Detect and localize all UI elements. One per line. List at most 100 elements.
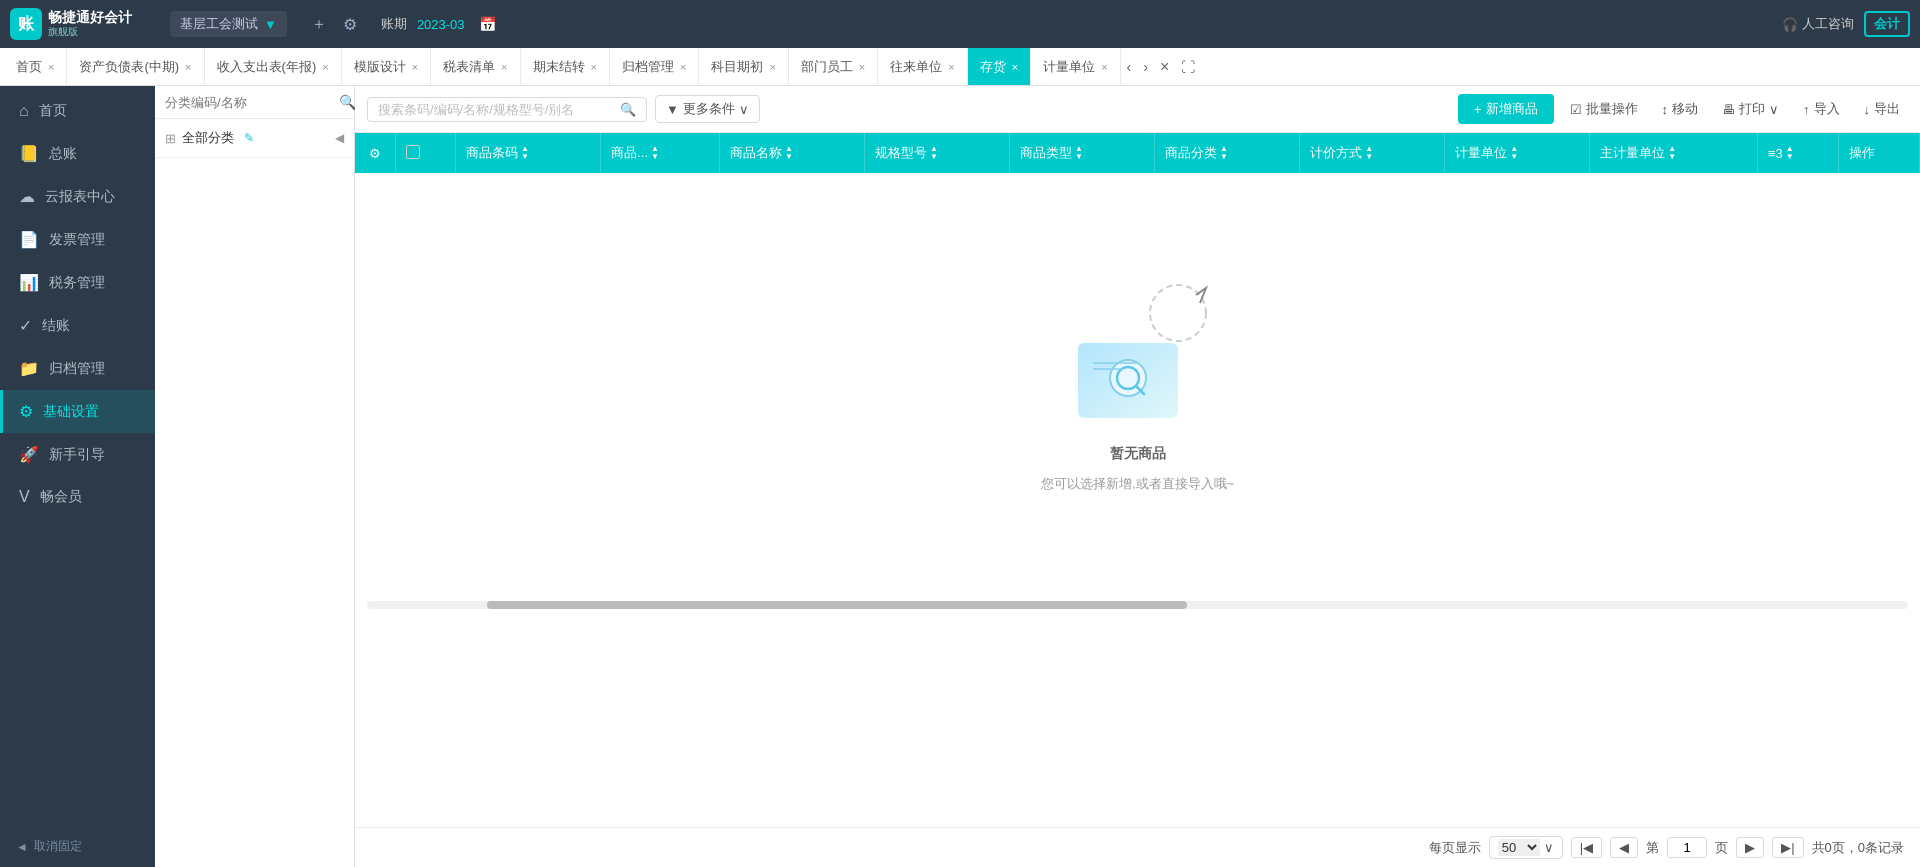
sidebar-label-vip: 畅会员 [40, 488, 82, 506]
settings-icon-button[interactable]: ⚙ [339, 11, 361, 38]
tab-subject-init-close[interactable]: × [769, 61, 775, 73]
empty-state: 暂无商品 您可以选择新增,或者直接导入哦~ [355, 173, 1920, 593]
tab-income-expense[interactable]: 收入支出表(年报) × [205, 48, 342, 86]
tab-income-expense-close[interactable]: × [322, 61, 328, 73]
per-page-select-wrapper[interactable]: 50 10 20 100 ∨ [1489, 836, 1563, 859]
tab-template-design[interactable]: 模版设计 × [342, 48, 431, 86]
sidebar-item-home[interactable]: ⌂ 首页 [0, 90, 155, 132]
tab-scroll-right-button[interactable]: › [1137, 48, 1154, 86]
sidebar-item-reports[interactable]: ☁ 云报表中心 [0, 175, 155, 218]
horizontal-scrollbar[interactable] [367, 601, 1908, 609]
category-search-icon[interactable]: 🔍 [339, 94, 356, 110]
tab-subject-init[interactable]: 科目期初 × [699, 48, 788, 86]
headset-icon: 🎧 [1782, 17, 1798, 32]
company-selector[interactable]: 基层工会测试 ▼ [170, 11, 287, 37]
ledger-icon: 📒 [19, 144, 39, 163]
tab-measure-unit[interactable]: 计量单位 × [1031, 48, 1120, 86]
th-name[interactable]: 商品名称▲▼ [719, 133, 864, 173]
logo-text: 畅捷通好会计 旗舰版 [48, 9, 132, 40]
th-code[interactable]: 商品...▲▼ [601, 133, 720, 173]
sidebar-label-home: 首页 [39, 102, 67, 120]
filter-icon: ▼ [666, 102, 679, 117]
tab-expand-button[interactable]: ⛶ [1175, 59, 1201, 75]
tab-tax-list[interactable]: 税表清单 × [431, 48, 520, 86]
move-icon: ↕ [1662, 102, 1669, 117]
per-page-select[interactable]: 50 10 20 100 [1498, 839, 1540, 856]
page-number-input[interactable] [1667, 837, 1707, 858]
add-product-button[interactable]: + 新增商品 [1458, 94, 1554, 124]
tab-archive-mgmt-close[interactable]: × [680, 61, 686, 73]
category-edit-icon[interactable]: ✎ [244, 131, 254, 145]
left-search-area: 🔍 [155, 86, 354, 119]
tab-balance-sheet-close[interactable]: × [185, 61, 191, 73]
tab-period-transfer-close[interactable]: × [591, 61, 597, 73]
user-badge[interactable]: 会计 [1864, 11, 1910, 37]
sidebar-item-archive[interactable]: 📁 归档管理 [0, 347, 155, 390]
sidebar-label-settings: 基础设置 [43, 403, 99, 421]
calendar-icon[interactable]: 📅 [479, 16, 496, 32]
tab-inventory[interactable]: 存货 × [968, 48, 1031, 86]
tab-template-design-close[interactable]: × [412, 61, 418, 73]
tab-tax-list-close[interactable]: × [501, 61, 507, 73]
scrollbar-thumb [487, 601, 1187, 609]
sidebar-item-closing[interactable]: ✓ 结账 [0, 304, 155, 347]
first-page-button[interactable]: |◀ [1571, 837, 1602, 858]
sidebar-unpin-button[interactable]: ◄ 取消固定 [0, 826, 155, 867]
left-panel: 🔍 ⊞ 全部分类 ✎ ◀ [155, 86, 355, 867]
tab-archive-mgmt[interactable]: 归档管理 × [610, 48, 699, 86]
th-unit[interactable]: 计量单位▲▼ [1445, 133, 1590, 173]
move-label: 移动 [1672, 100, 1698, 118]
add-tab-button[interactable]: ＋ [307, 10, 331, 39]
sidebar-item-invoice[interactable]: 📄 发票管理 [0, 218, 155, 261]
tab-home-close[interactable]: × [48, 61, 54, 73]
tab-close-all-button[interactable]: × [1154, 58, 1175, 76]
tab-counterparty-close[interactable]: × [948, 61, 954, 73]
tab-home[interactable]: 首页 × [4, 48, 67, 86]
product-search-input[interactable] [378, 102, 614, 117]
table-wrapper: ⚙ 商品条码▲▼ 商品...▲▼ 商品名称▲▼ [355, 133, 1920, 827]
human-service-button[interactable]: 🎧 人工咨询 [1782, 15, 1854, 33]
tab-inventory-close[interactable]: × [1012, 61, 1018, 73]
tab-subject-init-label: 科目期初 [711, 58, 763, 76]
category-search-input[interactable] [165, 95, 333, 110]
tab-income-expense-label: 收入支出表(年报) [217, 58, 317, 76]
tab-template-design-label: 模版设计 [354, 58, 406, 76]
prev-page-button[interactable]: ◀ [1610, 837, 1638, 858]
import-button[interactable]: ↑ 导入 [1795, 96, 1848, 122]
tab-counterparty-label: 往来单位 [890, 58, 942, 76]
th-type[interactable]: 商品类型▲▼ [1010, 133, 1155, 173]
th-checkbox[interactable] [395, 133, 456, 173]
sidebar-item-settings[interactable]: ⚙ 基础设置 [0, 390, 155, 433]
tab-dept-staff[interactable]: 部门员工 × [789, 48, 878, 86]
left-panel-collapse-button[interactable]: ◀ [335, 131, 344, 145]
sidebar-item-tax[interactable]: 📊 税务管理 [0, 261, 155, 304]
batch-action-button[interactable]: ☑ 批量操作 [1562, 96, 1646, 122]
tab-dept-staff-close[interactable]: × [859, 61, 865, 73]
tab-counterparty[interactable]: 往来单位 × [878, 48, 967, 86]
sidebar-item-guide[interactable]: 🚀 新手引导 [0, 433, 155, 476]
tab-measure-unit-close[interactable]: × [1101, 61, 1107, 73]
th-barcode[interactable]: 商品条码▲▼ [456, 133, 601, 173]
th-settings[interactable]: ⚙ [355, 133, 395, 173]
export-button[interactable]: ↓ 导出 [1856, 96, 1909, 122]
product-search-icon[interactable]: 🔍 [620, 102, 636, 117]
last-page-button[interactable]: ▶| [1772, 837, 1803, 858]
sidebar-item-vip[interactable]: V 畅会员 [0, 476, 155, 518]
tab-period-transfer[interactable]: 期末结转 × [521, 48, 610, 86]
th-main-unit[interactable]: 主计量单位▲▼ [1590, 133, 1758, 173]
sidebar-item-ledger[interactable]: 📒 总账 [0, 132, 155, 175]
th-spec[interactable]: 规格型号▲▼ [864, 133, 1009, 173]
more-filter-button[interactable]: ▼ 更多条件 ∨ [655, 95, 760, 123]
th-action: 操作 [1838, 133, 1919, 173]
category-all-item[interactable]: ⊞ 全部分类 ✎ ◀ [155, 119, 354, 158]
move-button[interactable]: ↕ 移动 [1654, 96, 1707, 122]
sidebar-label-ledger: 总账 [49, 145, 77, 163]
th-category[interactable]: 商品分类▲▼ [1155, 133, 1300, 173]
period-value[interactable]: 2023-03 [417, 17, 465, 32]
print-button[interactable]: 🖶 打印 ∨ [1714, 96, 1787, 122]
th-col3[interactable]: ≡3▲▼ [1757, 133, 1838, 173]
tab-balance-sheet[interactable]: 资产负债表(中期) × [67, 48, 204, 86]
tab-scroll-left-button[interactable]: ‹ [1121, 48, 1138, 86]
next-page-button[interactable]: ▶ [1736, 837, 1764, 858]
th-price-method[interactable]: 计价方式▲▼ [1300, 133, 1445, 173]
